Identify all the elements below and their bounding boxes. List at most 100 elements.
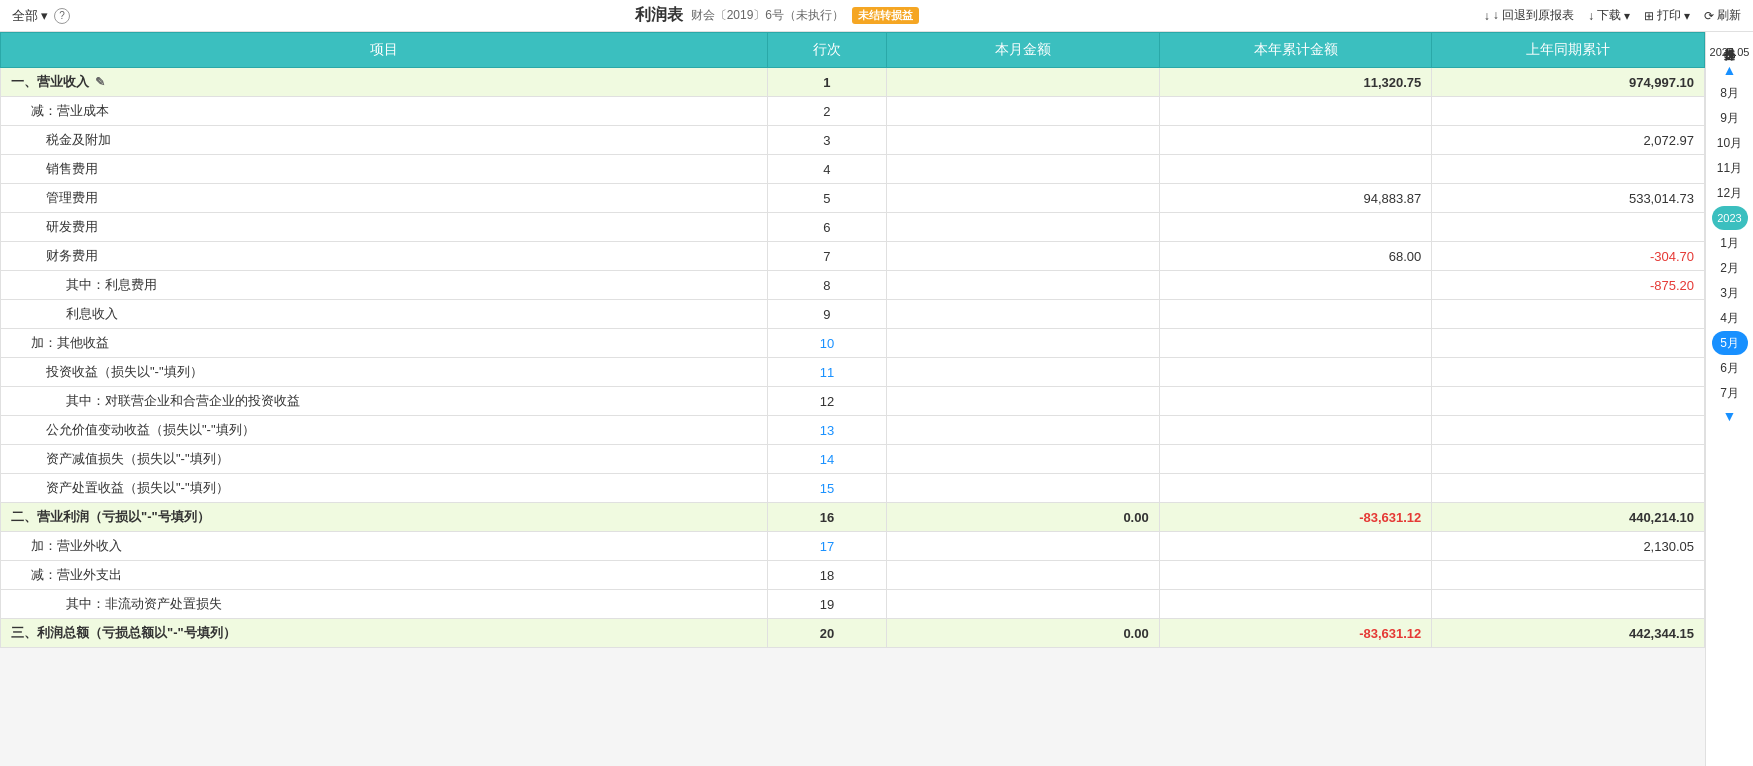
sidebar-month-item[interactable]: 7月 xyxy=(1712,381,1748,405)
prev-year-cell: 442,344.15 xyxy=(1432,619,1705,648)
current-month-cell xyxy=(887,416,1160,445)
row-name-cell: 资产减值损失（损失以"-"填列） xyxy=(1,445,768,474)
row-number-cell: 6 xyxy=(767,213,886,242)
current-month-cell xyxy=(887,387,1160,416)
sidebar-month-item[interactable]: 9月 xyxy=(1712,106,1748,130)
table-row: 管理费用594,883.87533,014.73 xyxy=(1,184,1705,213)
col-header-prev: 上年同期累计 xyxy=(1432,33,1705,68)
prev-year-cell xyxy=(1432,416,1705,445)
profit-table: 项目 行次 本月金额 本年累计金额 上年同期累计 一、营业收入✎111,320.… xyxy=(0,32,1705,648)
row-number-cell: 1 xyxy=(767,68,886,97)
table-row: 财务费用768.00-304.70 xyxy=(1,242,1705,271)
download-icon: ↓ xyxy=(1588,9,1594,23)
sidebar-month-item[interactable]: 5月 xyxy=(1712,331,1748,355)
sidebar-month-item[interactable]: 2023 xyxy=(1712,206,1748,230)
print-button[interactable]: ⊞ 打印 ▾ xyxy=(1644,7,1690,24)
table-row: 其中：利息费用8-875.20 xyxy=(1,271,1705,300)
row-name-cell: 减：营业外支出 xyxy=(1,561,768,590)
prev-year-cell: -304.70 xyxy=(1432,242,1705,271)
page-title: 利润表 xyxy=(635,5,683,26)
current-month-cell xyxy=(887,532,1160,561)
sidebar-month-item[interactable]: 6月 xyxy=(1712,356,1748,380)
refresh-button[interactable]: ⟳ 刷新 xyxy=(1704,7,1741,24)
table-row: 减：营业成本2 xyxy=(1,97,1705,126)
sidebar-month-item[interactable]: 2月 xyxy=(1712,256,1748,280)
table-row: 研发费用6 xyxy=(1,213,1705,242)
sidebar-month-item[interactable]: 11月 xyxy=(1712,156,1748,180)
row-name-cell: 其中：利息费用 xyxy=(1,271,768,300)
ytd-cell xyxy=(1159,271,1432,300)
ytd-cell: 11,320.75 xyxy=(1159,68,1432,97)
dropdown-arrow-icon: ▾ xyxy=(41,8,48,23)
prev-year-cell: 2,072.97 xyxy=(1432,126,1705,155)
table-row: 资产减值损失（损失以"-"填列）14 xyxy=(1,445,1705,474)
table-row: 其中：对联营企业和合营企业的投资收益12 xyxy=(1,387,1705,416)
sidebar-title: 月份选择 xyxy=(1722,36,1737,44)
ytd-cell xyxy=(1159,416,1432,445)
back-button[interactable]: ↓ ↓ 回退到原报表 xyxy=(1484,7,1574,24)
ytd-cell: 68.00 xyxy=(1159,242,1432,271)
row-name-cell: 加：其他收益 xyxy=(1,329,768,358)
scope-dropdown[interactable]: 全部 ▾ xyxy=(12,7,48,25)
table-header-row: 项目 行次 本月金额 本年累计金额 上年同期累计 xyxy=(1,33,1705,68)
scope-label: 全部 xyxy=(12,7,38,25)
table-row: 一、营业收入✎111,320.75974,997.10 xyxy=(1,68,1705,97)
row-name-cell: 公允价值变动收益（损失以"-"填列） xyxy=(1,416,768,445)
prev-year-cell xyxy=(1432,97,1705,126)
row-name-cell: 其中：对联营企业和合营企业的投资收益 xyxy=(1,387,768,416)
sidebar-month-item[interactable]: 8月 xyxy=(1712,81,1748,105)
print-arrow-icon: ▾ xyxy=(1684,9,1690,23)
sidebar-month-item[interactable]: 12月 xyxy=(1712,181,1748,205)
current-month-cell: 0.00 xyxy=(887,619,1160,648)
sidebar-month-item[interactable]: 3月 xyxy=(1712,281,1748,305)
prev-year-cell xyxy=(1432,213,1705,242)
table-row: 销售费用4 xyxy=(1,155,1705,184)
current-month-cell xyxy=(887,213,1160,242)
sidebar-month-item[interactable]: 4月 xyxy=(1712,306,1748,330)
prev-year-cell xyxy=(1432,358,1705,387)
print-icon: ⊞ xyxy=(1644,9,1654,23)
ytd-cell xyxy=(1159,155,1432,184)
col-header-ytd: 本年累计金额 xyxy=(1159,33,1432,68)
prev-year-cell: 2,130.05 xyxy=(1432,532,1705,561)
row-number-cell: 13 xyxy=(767,416,886,445)
ytd-cell xyxy=(1159,445,1432,474)
table-row: 利息收入9 xyxy=(1,300,1705,329)
row-name-cell: 管理费用 xyxy=(1,184,768,213)
sidebar-month-item[interactable]: 1月 xyxy=(1712,231,1748,255)
row-number-cell: 4 xyxy=(767,155,886,184)
table-row: 加：其他收益10 xyxy=(1,329,1705,358)
ytd-cell xyxy=(1159,97,1432,126)
prev-year-cell xyxy=(1432,445,1705,474)
row-name-cell: 加：营业外收入 xyxy=(1,532,768,561)
table-row: 减：营业外支出18 xyxy=(1,561,1705,590)
month-sidebar: 月份选择 2023.05 ▲ 8月9月10月11月12月20231月2月3月4月… xyxy=(1705,32,1753,766)
prev-year-cell: 440,214.10 xyxy=(1432,503,1705,532)
prev-year-cell: -875.20 xyxy=(1432,271,1705,300)
row-name-cell: 财务费用 xyxy=(1,242,768,271)
table-row: 税金及附加32,072.97 xyxy=(1,126,1705,155)
current-month-cell xyxy=(887,184,1160,213)
row-number-cell: 2 xyxy=(767,97,886,126)
back-icon: ↓ xyxy=(1484,9,1490,23)
row-name-cell: 其中：非流动资产处置损失 xyxy=(1,590,768,619)
top-bar-right: ↓ ↓ 回退到原报表 ↓ 下载 ▾ ⊞ 打印 ▾ ⟳ 刷新 xyxy=(1484,7,1741,24)
download-button[interactable]: ↓ 下载 ▾ xyxy=(1588,7,1630,24)
sidebar-down-btn[interactable]: ▼ xyxy=(1716,406,1744,426)
help-icon[interactable]: ? xyxy=(54,8,70,24)
row-name-cell: 研发费用 xyxy=(1,213,768,242)
sidebar-month-item[interactable]: 10月 xyxy=(1712,131,1748,155)
ytd-cell xyxy=(1159,300,1432,329)
prev-year-cell xyxy=(1432,155,1705,184)
table-row: 二、营业利润（亏损以"-"号填列）160.00-83,631.12440,214… xyxy=(1,503,1705,532)
ytd-cell xyxy=(1159,358,1432,387)
table-row: 三、利润总额（亏损总额以"-"号填列）200.00-83,631.12442,3… xyxy=(1,619,1705,648)
current-month-cell xyxy=(887,242,1160,271)
prev-year-cell xyxy=(1432,300,1705,329)
ytd-cell xyxy=(1159,474,1432,503)
row-number-cell: 10 xyxy=(767,329,886,358)
sidebar-up-btn[interactable]: ▲ xyxy=(1716,60,1744,80)
current-month-cell xyxy=(887,97,1160,126)
edit-icon[interactable]: ✎ xyxy=(95,75,105,89)
current-month-cell xyxy=(887,300,1160,329)
